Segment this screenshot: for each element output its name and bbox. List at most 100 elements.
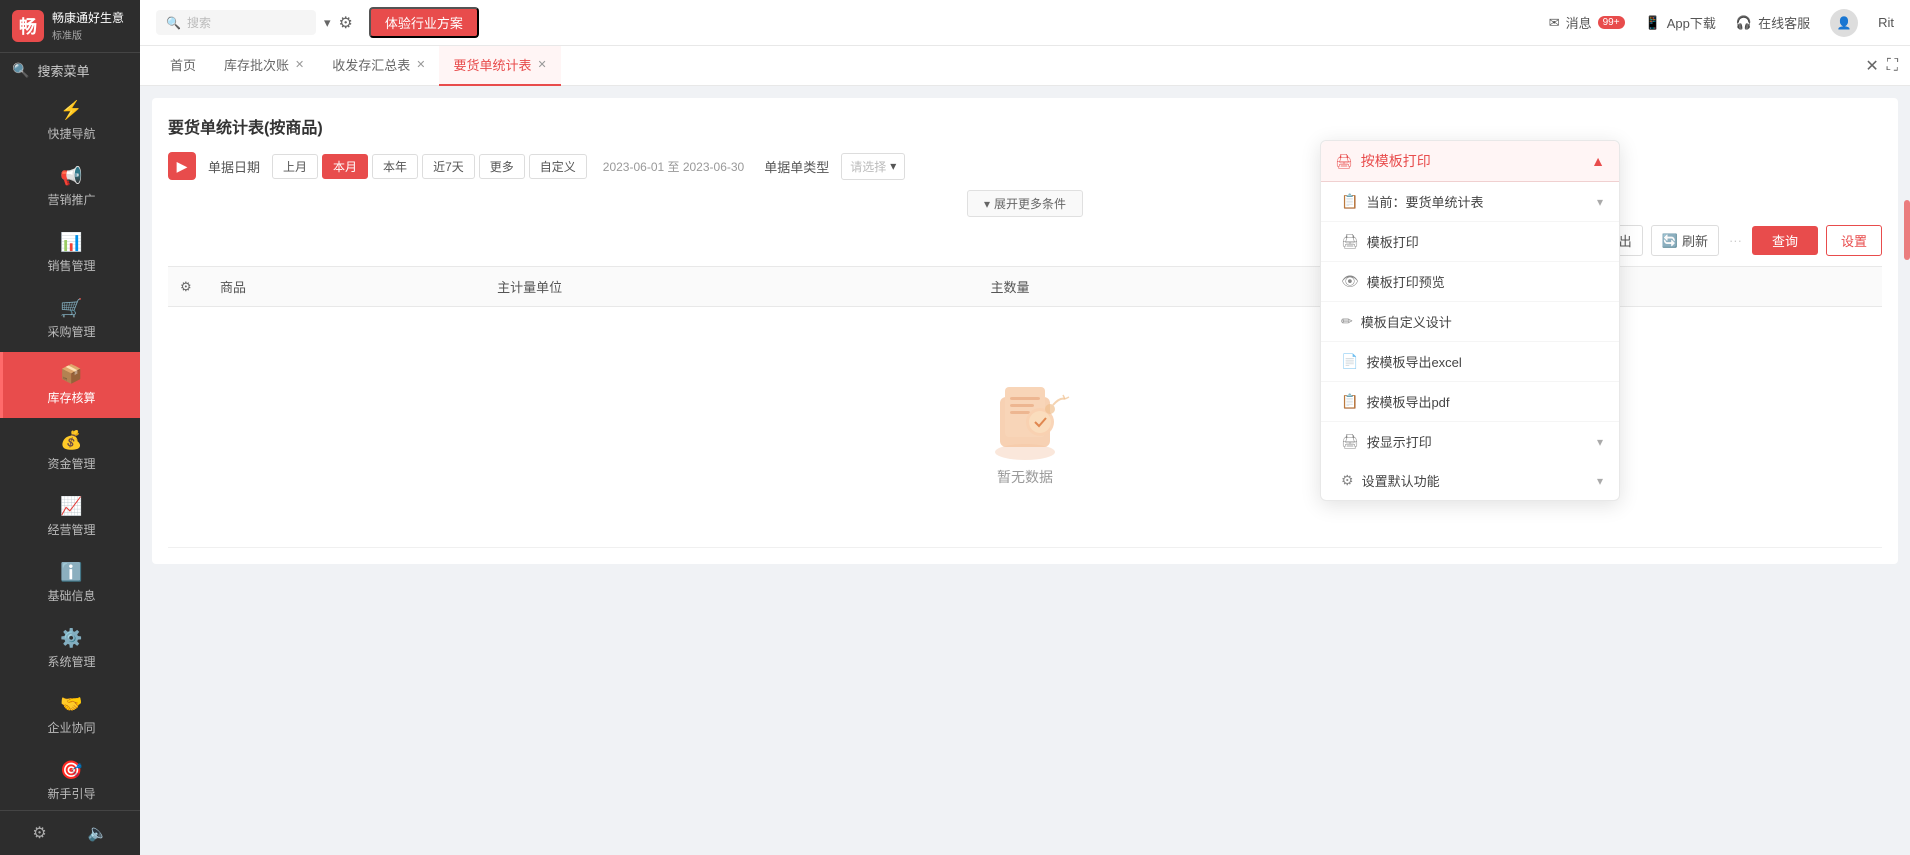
- tab-expand-icon[interactable]: ⛶: [1887, 57, 1898, 75]
- template-print-item[interactable]: 🖨 模板打印: [1321, 222, 1619, 262]
- purchase-icon: 🛒: [60, 298, 82, 319]
- tab-close-all[interactable]: ✕: [1865, 56, 1878, 76]
- sidebar-item-sales[interactable]: 📊 销售管理: [0, 220, 140, 286]
- sidebar: 畅 畅康通好生意 标准版 🔍 搜索菜单 ⚡ 快捷导航 📢 营销推广 📊 销售管理…: [0, 0, 140, 855]
- tab-home[interactable]: 首页: [156, 46, 210, 86]
- tab-close-receivable-summary[interactable]: ✕: [416, 58, 425, 71]
- type-select-placeholder: 请选择: [850, 158, 886, 175]
- online-service-button[interactable]: 🎧 在线客服: [1736, 13, 1810, 32]
- topbar: 🔍 搜索 ▾ ⚙ 体验行业方案 ✉ 消息 99+ 📱 App下载 🎧 在线客服 …: [140, 0, 1910, 46]
- topbar-right: ✉ 消息 99+ 📱 App下载 🎧 在线客服 👤 Rit: [1549, 9, 1894, 37]
- refresh-button[interactable]: 🔄 刷新: [1651, 225, 1719, 256]
- table-col-qty: 主数量: [978, 267, 1327, 307]
- expand-more-bar: ▾ 展开更多条件: [168, 190, 1882, 217]
- print-dropdown-header: 🖨 按模板打印 ▲: [1321, 141, 1619, 182]
- template-preview-content: 👁 模板打印预览: [1341, 272, 1445, 291]
- tabs-right-controls: ✕ ⛶: [1865, 56, 1910, 76]
- page-content: 要货单统计表(按商品) ▶ 单据日期 上月 本月 本年 近7天 更多 自定义 2…: [140, 86, 1910, 855]
- display-print-chevron: ▾: [1597, 435, 1603, 449]
- date-range-display: 2023-06-01 至 2023-06-30: [603, 158, 744, 175]
- expand-icon: ▾: [984, 197, 990, 211]
- topbar-search-box[interactable]: 🔍 搜索: [156, 10, 316, 35]
- sidebar-item-cooperation[interactable]: 🤝 企业协同: [0, 682, 140, 748]
- topbar-settings-icon[interactable]: ⚙: [339, 13, 353, 33]
- current-template-item[interactable]: 📋 当前：要货单统计表 ▾: [1321, 182, 1619, 222]
- search-icon: 🔍: [12, 62, 29, 79]
- logo-text: 畅康通好生意 标准版: [52, 10, 124, 42]
- template-preview-icon: 👁: [1341, 273, 1359, 290]
- template-export-pdf-icon: 📋: [1341, 393, 1358, 410]
- topbar-dropdown-arrow[interactable]: ▾: [324, 15, 331, 31]
- data-table: ⚙ 商品 主计量单位 主数量 零售金额: [168, 266, 1882, 548]
- tab-inventory-batch[interactable]: 库存批次账 ✕: [210, 46, 318, 86]
- app-download-button[interactable]: 📱 App下载: [1645, 13, 1716, 32]
- empty-row: 暂无数据: [168, 307, 1882, 548]
- action-toolbar: 🖨 按模板打印 ▲ | 📤 导出 🔄 刷新 ··· 查询 设: [168, 225, 1882, 256]
- print-dropdown-close-icon[interactable]: ▲: [1591, 153, 1605, 169]
- date-btn-this-year[interactable]: 本年: [372, 154, 418, 179]
- guide-icon: 🎯: [60, 760, 82, 781]
- date-btn-last-month[interactable]: 上月: [272, 154, 318, 179]
- page-card: 要货单统计表(按商品) ▶ 单据日期 上月 本月 本年 近7天 更多 自定义 2…: [152, 98, 1898, 564]
- empty-state: 暂无数据: [168, 307, 1882, 547]
- settings-button[interactable]: 设置: [1826, 225, 1882, 256]
- template-custom-item[interactable]: ✏ 模板自定义设计: [1321, 302, 1619, 342]
- app-logo: 畅 畅康通好生意 标准版: [0, 0, 140, 53]
- chevron-down-icon: ▾: [890, 159, 896, 173]
- column-settings-icon[interactable]: ⚙: [180, 279, 192, 294]
- operations-icon: 📈: [60, 496, 82, 517]
- date-btn-more[interactable]: 更多: [479, 154, 525, 179]
- display-print-item[interactable]: 🖨 按显示打印 ▾: [1321, 422, 1619, 461]
- page-title: 要货单统计表(按商品): [168, 114, 1882, 138]
- template-export-excel-item[interactable]: 📄 按模板导出excel: [1321, 342, 1619, 382]
- table-header-row: ⚙ 商品 主计量单位 主数量 零售金额: [168, 267, 1882, 307]
- settings-footer-icon[interactable]: ⚙: [32, 823, 46, 843]
- sidebar-item-system[interactable]: ⚙️ 系统管理: [0, 616, 140, 682]
- date-btn-7days[interactable]: 近7天: [422, 154, 475, 179]
- phone-icon: 📱: [1645, 15, 1661, 31]
- date-btn-this-month[interactable]: 本月: [322, 154, 368, 179]
- logo-icon: 畅: [12, 10, 44, 42]
- empty-text: 暂无数据: [997, 467, 1053, 487]
- main-content: 🔍 搜索 ▾ ⚙ 体验行业方案 ✉ 消息 99+ 📱 App下载 🎧 在线客服 …: [140, 0, 1910, 855]
- headset-icon: 🎧: [1736, 15, 1752, 31]
- sidebar-item-operations[interactable]: 📈 经营管理: [0, 484, 140, 550]
- empty-illustration: [975, 367, 1075, 467]
- promo-button[interactable]: 体验行业方案: [369, 7, 479, 38]
- sidebar-item-purchase[interactable]: 🛒 采购管理: [0, 286, 140, 352]
- template-print-icon: 🖨: [1341, 233, 1359, 250]
- inventory-icon: 📦: [60, 364, 82, 385]
- filter-expand-toggle[interactable]: ▶: [168, 152, 196, 180]
- message-icon: ✉: [1549, 15, 1560, 31]
- avatar[interactable]: 👤: [1830, 9, 1858, 37]
- print-dropdown-popup: 🖨 按模板打印 ▲ 📋 当前：要货单统计表 ▾ 🖨 模板打印 👁 模板打印预览 …: [1320, 140, 1620, 501]
- date-filter-group: 上月 本月 本年 近7天 更多 自定义: [272, 154, 587, 179]
- finance-icon: 💰: [60, 430, 82, 451]
- search-menu[interactable]: 🔍 搜索菜单: [0, 53, 140, 88]
- sidebar-item-guide[interactable]: 🎯 新手引导: [0, 748, 140, 810]
- type-select[interactable]: 请选择 ▾: [841, 153, 905, 180]
- sidebar-item-quick-nav[interactable]: ⚡ 快捷导航: [0, 88, 140, 154]
- default-settings-item[interactable]: ⚙ 设置默认功能 ▾: [1321, 461, 1619, 500]
- expand-more-button[interactable]: ▾ 展开更多条件: [967, 190, 1083, 217]
- tab-order-stats[interactable]: 要货单统计表 ✕: [439, 46, 560, 86]
- sidebar-item-inventory[interactable]: 📦 库存核算: [0, 352, 140, 418]
- current-template-content: 📋 当前：要货单统计表: [1341, 192, 1483, 211]
- tab-close-order-stats[interactable]: ✕: [538, 58, 547, 71]
- messages-button[interactable]: ✉ 消息 99+: [1549, 13, 1625, 32]
- template-preview-item[interactable]: 👁 模板打印预览: [1321, 262, 1619, 302]
- date-btn-custom[interactable]: 自定义: [529, 154, 587, 179]
- right-scrollbar[interactable]: [1904, 200, 1910, 260]
- table-col-product: 商品: [208, 267, 485, 307]
- tab-close-inventory-batch[interactable]: ✕: [295, 58, 304, 71]
- basic-info-icon: ℹ️: [60, 562, 82, 583]
- sidebar-item-basic-info[interactable]: ℹ️ 基础信息: [0, 550, 140, 616]
- speaker-footer-icon[interactable]: 🔈: [88, 823, 108, 843]
- sidebar-item-finance[interactable]: 💰 资金管理: [0, 418, 140, 484]
- tab-receivable-summary[interactable]: 收发存汇总表 ✕: [318, 46, 439, 86]
- query-button[interactable]: 查询: [1752, 226, 1818, 255]
- template-export-pdf-item[interactable]: 📋 按模板导出pdf: [1321, 382, 1619, 422]
- tabs-bar: 首页 库存批次账 ✕ 收发存汇总表 ✕ 要货单统计表 ✕ ✕ ⛶: [140, 46, 1910, 86]
- sidebar-item-marketing[interactable]: 📢 营销推广: [0, 154, 140, 220]
- default-settings-content: ⚙ 设置默认功能: [1341, 471, 1440, 490]
